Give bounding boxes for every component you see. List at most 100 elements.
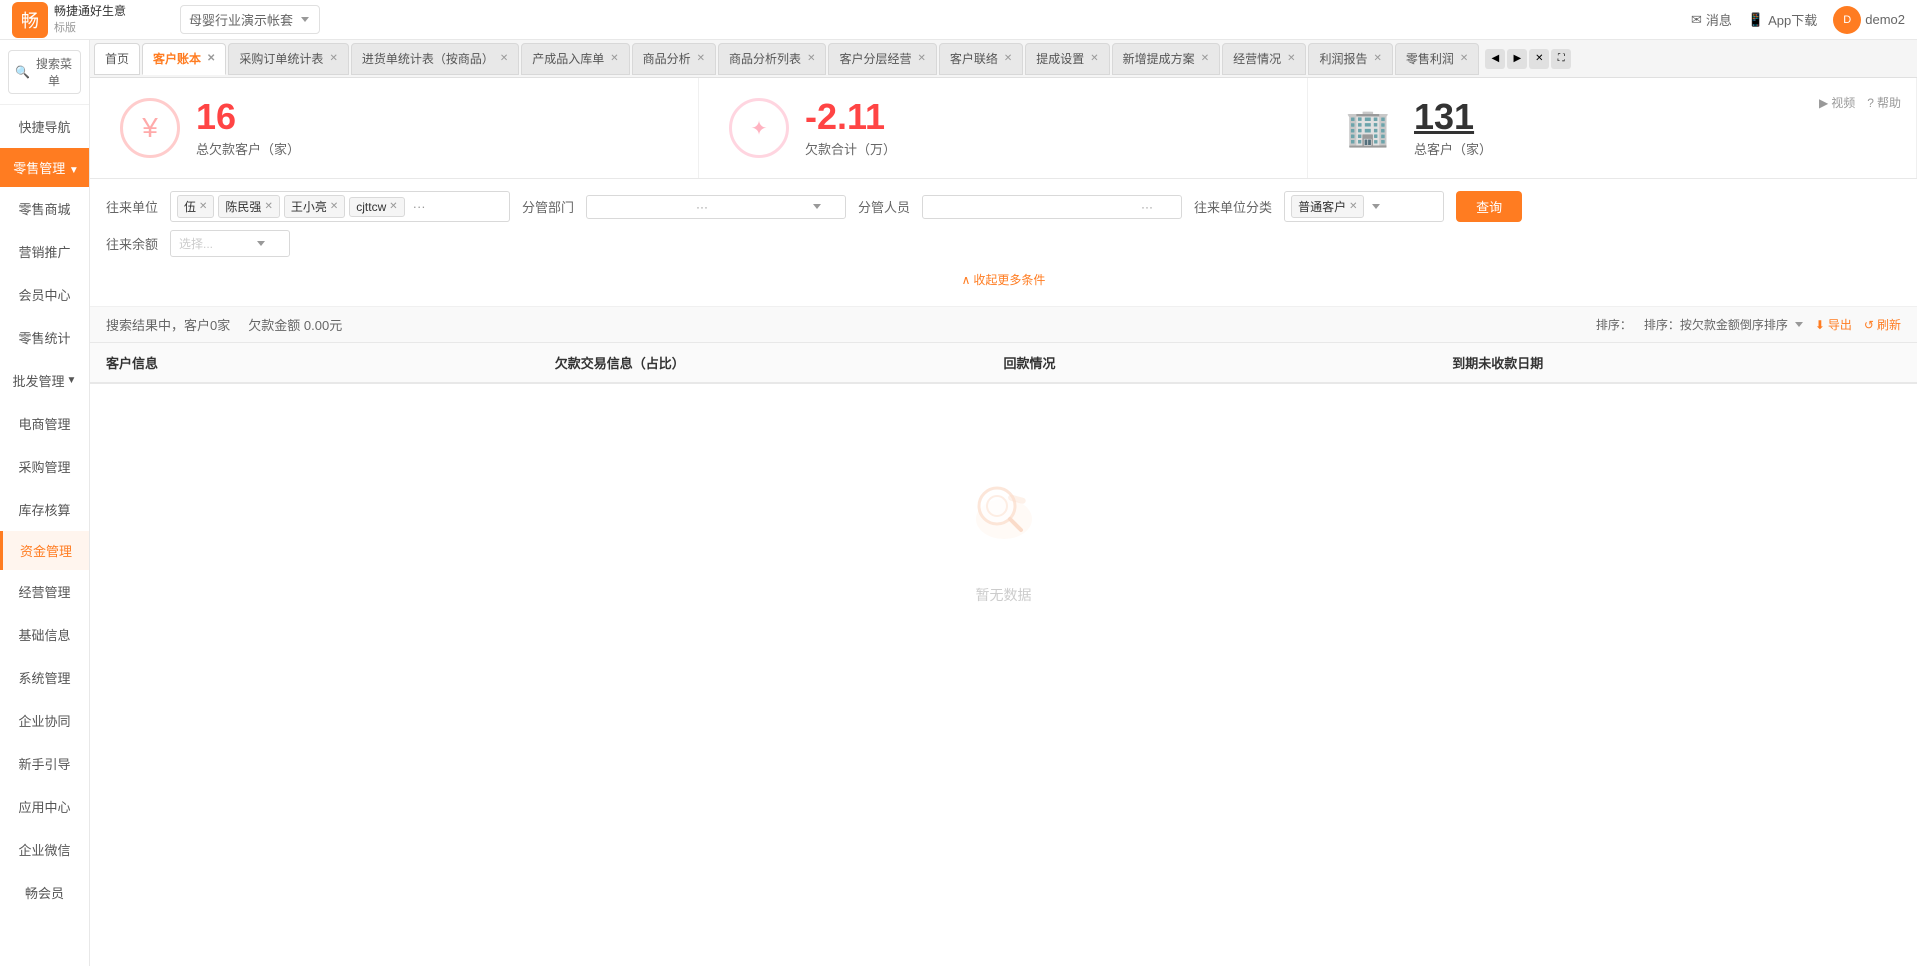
user-menu[interactable]: D demo2 bbox=[1833, 6, 1905, 34]
tab-close-icon[interactable]: ✕ bbox=[1090, 53, 1098, 64]
person-more-btn[interactable]: ··· bbox=[1137, 200, 1157, 214]
sidebar-item-quick-nav[interactable]: 快捷导航 bbox=[0, 105, 89, 148]
tab-product-analysis-list[interactable]: 商品分析列表 ✕ bbox=[718, 43, 826, 75]
sidebar-item-inventory[interactable]: 库存核算 bbox=[0, 488, 89, 531]
refresh-button[interactable]: ↺ 刷新 bbox=[1864, 316, 1901, 333]
filter-row-1: 往来单位 伍 ✕ 陈民强 ✕ 王小亮 bbox=[106, 191, 1901, 222]
top-bar: 畅 畅捷通好生意 标版 母婴行业演示帐套 ✉ 消息 📱 App下载 bbox=[0, 0, 1917, 40]
tab-more-button[interactable]: ✕ bbox=[1529, 49, 1549, 69]
tab-home[interactable]: 首页 bbox=[94, 43, 140, 75]
tab-close-icon[interactable]: ✕ bbox=[329, 53, 337, 64]
tab-prev-button[interactable]: ◀ bbox=[1485, 49, 1505, 69]
category-filter-area[interactable]: 普通客户 ✕ bbox=[1284, 191, 1444, 222]
tab-retail-profit[interactable]: 零售利润 ✕ bbox=[1395, 43, 1479, 75]
result-actions: 排序： 排序：按欠款金额倒序排序 ⬇ 导出 ↺ 刷新 bbox=[1596, 316, 1901, 333]
tab-profit-report[interactable]: 利润报告 ✕ bbox=[1308, 43, 1392, 75]
help-button[interactable]: ? 帮助 bbox=[1867, 94, 1901, 111]
sidebar-item-purchase[interactable]: 采购管理 bbox=[0, 445, 89, 488]
result-text: 搜索结果中，客户0家 bbox=[106, 318, 230, 333]
balance-filter-select[interactable]: 选择... bbox=[170, 230, 290, 257]
category-tag-close[interactable]: ✕ bbox=[1349, 201, 1357, 212]
tab-customer-ledger[interactable]: 客户账本 ✕ bbox=[142, 43, 226, 75]
filter-row-2: 往来余额 选择... bbox=[106, 230, 1901, 257]
stat-icon-building: 🏢 bbox=[1338, 98, 1398, 158]
tab-close-icon[interactable]: ✕ bbox=[1287, 53, 1295, 64]
sidebar-item-member[interactable]: 畅会员 bbox=[0, 871, 89, 914]
sidebar-item-wholesale[interactable]: 批发管理 ▼ bbox=[0, 359, 89, 402]
tab-close-icon[interactable]: ✕ bbox=[697, 53, 705, 64]
sidebar-item-member-center[interactable]: 会员中心 bbox=[0, 273, 89, 316]
system-selector[interactable]: 母婴行业演示帐套 bbox=[180, 5, 320, 34]
sidebar-item-app-center[interactable]: 应用中心 bbox=[0, 785, 89, 828]
tab-label: 新增提成方案 bbox=[1123, 50, 1195, 67]
table-container: 客户信息 欠款交易信息（占比） 回款情况 到期未收款日期 bbox=[90, 343, 1917, 966]
person-filter-select[interactable]: ··· bbox=[922, 195, 1182, 219]
tab-close-icon[interactable]: ✕ bbox=[1460, 53, 1468, 64]
unit-tag-cjttcw-close[interactable]: ✕ bbox=[389, 201, 397, 212]
tab-close-icon[interactable]: ✕ bbox=[1201, 53, 1209, 64]
sidebar-item-guide[interactable]: 新手引导 bbox=[0, 742, 89, 785]
tab-close-icon[interactable]: ✕ bbox=[610, 53, 618, 64]
tab-customer-tier[interactable]: 客户分层经营 ✕ bbox=[828, 43, 936, 75]
stat-label-customers: 总欠款客户（家） bbox=[196, 139, 300, 158]
sidebar-item-label: 零售管理 bbox=[13, 161, 65, 176]
collapse-button[interactable]: ∧ 收起更多条件 bbox=[962, 271, 1046, 288]
tab-product-inbound[interactable]: 产成品入库单 ✕ bbox=[521, 43, 629, 75]
sort-value[interactable]: 排序：按欠款金额倒序排序 bbox=[1644, 316, 1803, 333]
app-download-button[interactable]: 📱 App下载 bbox=[1748, 10, 1817, 29]
unit-filter-area[interactable]: 伍 ✕ 陈民强 ✕ 王小亮 ✕ bbox=[170, 191, 510, 222]
tab-close-icon[interactable]: ✕ bbox=[500, 53, 508, 64]
tab-product-analysis[interactable]: 商品分析 ✕ bbox=[632, 43, 716, 75]
sidebar-item-marketing[interactable]: 营销推广 bbox=[0, 230, 89, 273]
unit-tag-wu-close[interactable]: ✕ bbox=[199, 201, 207, 212]
sidebar-item-finance[interactable]: 资金管理 bbox=[0, 531, 89, 570]
video-help-button[interactable]: ▶ 视频 bbox=[1819, 94, 1855, 111]
stat-number-amount: -2.11 bbox=[805, 99, 896, 135]
tab-label: 经营情况 bbox=[1233, 50, 1281, 67]
message-button[interactable]: ✉ 消息 bbox=[1691, 10, 1732, 29]
sidebar-item-retail-stats[interactable]: 零售统计 bbox=[0, 316, 89, 359]
tab-commission-settings[interactable]: 提成设置 ✕ bbox=[1025, 43, 1109, 75]
sort-label: 排序： bbox=[1596, 316, 1632, 333]
dept-filter-select[interactable]: ··· bbox=[586, 195, 846, 219]
result-bar: 搜索结果中，客户0家 欠款金额 0.00元 排序： 排序：按欠款金额倒序排序 ⬇… bbox=[90, 307, 1917, 343]
result-amount: 欠款金额 0.00元 bbox=[248, 318, 342, 333]
tab-new-commission[interactable]: 新增提成方案 ✕ bbox=[1112, 43, 1220, 75]
collapse-bar: ∧ 收起更多条件 bbox=[106, 265, 1901, 294]
unit-tag-chen: 陈民强 ✕ bbox=[218, 195, 279, 218]
chevron-down-icon bbox=[301, 17, 309, 22]
tab-customer-contact[interactable]: 客户联络 ✕ bbox=[939, 43, 1023, 75]
tab-close-icon[interactable]: ✕ bbox=[807, 53, 815, 64]
tab-next-button[interactable]: ▶ bbox=[1507, 49, 1527, 69]
tab-label: 零售利润 bbox=[1406, 50, 1454, 67]
sidebar-item-retail-mgmt[interactable]: 零售管理 ▼ bbox=[0, 148, 89, 187]
tab-fullscreen-button[interactable]: ⛶ bbox=[1551, 49, 1571, 69]
sidebar-item-operations[interactable]: 经营管理 bbox=[0, 570, 89, 613]
tab-label: 产成品入库单 bbox=[532, 50, 604, 67]
tab-purchase-order-stats[interactable]: 采购订单统计表 ✕ bbox=[228, 43, 348, 75]
sidebar-item-basic-info[interactable]: 基础信息 bbox=[0, 613, 89, 656]
tab-operations[interactable]: 经营情况 ✕ bbox=[1222, 43, 1306, 75]
sidebar-item-wechat[interactable]: 企业微信 bbox=[0, 828, 89, 871]
export-button[interactable]: ⬇ 导出 bbox=[1815, 316, 1852, 333]
sidebar-item-ecommerce[interactable]: 电商管理 bbox=[0, 402, 89, 445]
unit-tag-chen-close[interactable]: ✕ bbox=[264, 201, 272, 212]
stat-icon-customers: ¥ bbox=[120, 98, 180, 158]
person-filter-label: 分管人员 bbox=[858, 197, 910, 216]
empty-icon bbox=[959, 464, 1049, 573]
tab-close-icon[interactable]: ✕ bbox=[207, 53, 215, 64]
tab-close-icon[interactable]: ✕ bbox=[1374, 53, 1382, 64]
unit-tag-wang-close[interactable]: ✕ bbox=[330, 201, 338, 212]
sidebar-item-retail-mall[interactable]: 零售商城 bbox=[0, 187, 89, 230]
dept-more-btn[interactable]: ··· bbox=[692, 200, 712, 214]
sidebar-item-enterprise[interactable]: 企业协同 bbox=[0, 699, 89, 742]
search-menu-button[interactable]: 🔍 搜索菜单 bbox=[8, 50, 81, 94]
tab-purchase-stats-product[interactable]: 进货单统计表（按商品） ✕ bbox=[351, 43, 519, 75]
unit-more-button[interactable]: ··· bbox=[409, 199, 430, 214]
query-button[interactable]: 查询 bbox=[1456, 191, 1522, 222]
tab-close-icon[interactable]: ✕ bbox=[917, 53, 925, 64]
tab-close-icon[interactable]: ✕ bbox=[1004, 53, 1012, 64]
collapse-icon: ∧ bbox=[962, 273, 971, 287]
logo-sub: 标版 bbox=[54, 19, 126, 35]
sidebar-item-system[interactable]: 系统管理 bbox=[0, 656, 89, 699]
